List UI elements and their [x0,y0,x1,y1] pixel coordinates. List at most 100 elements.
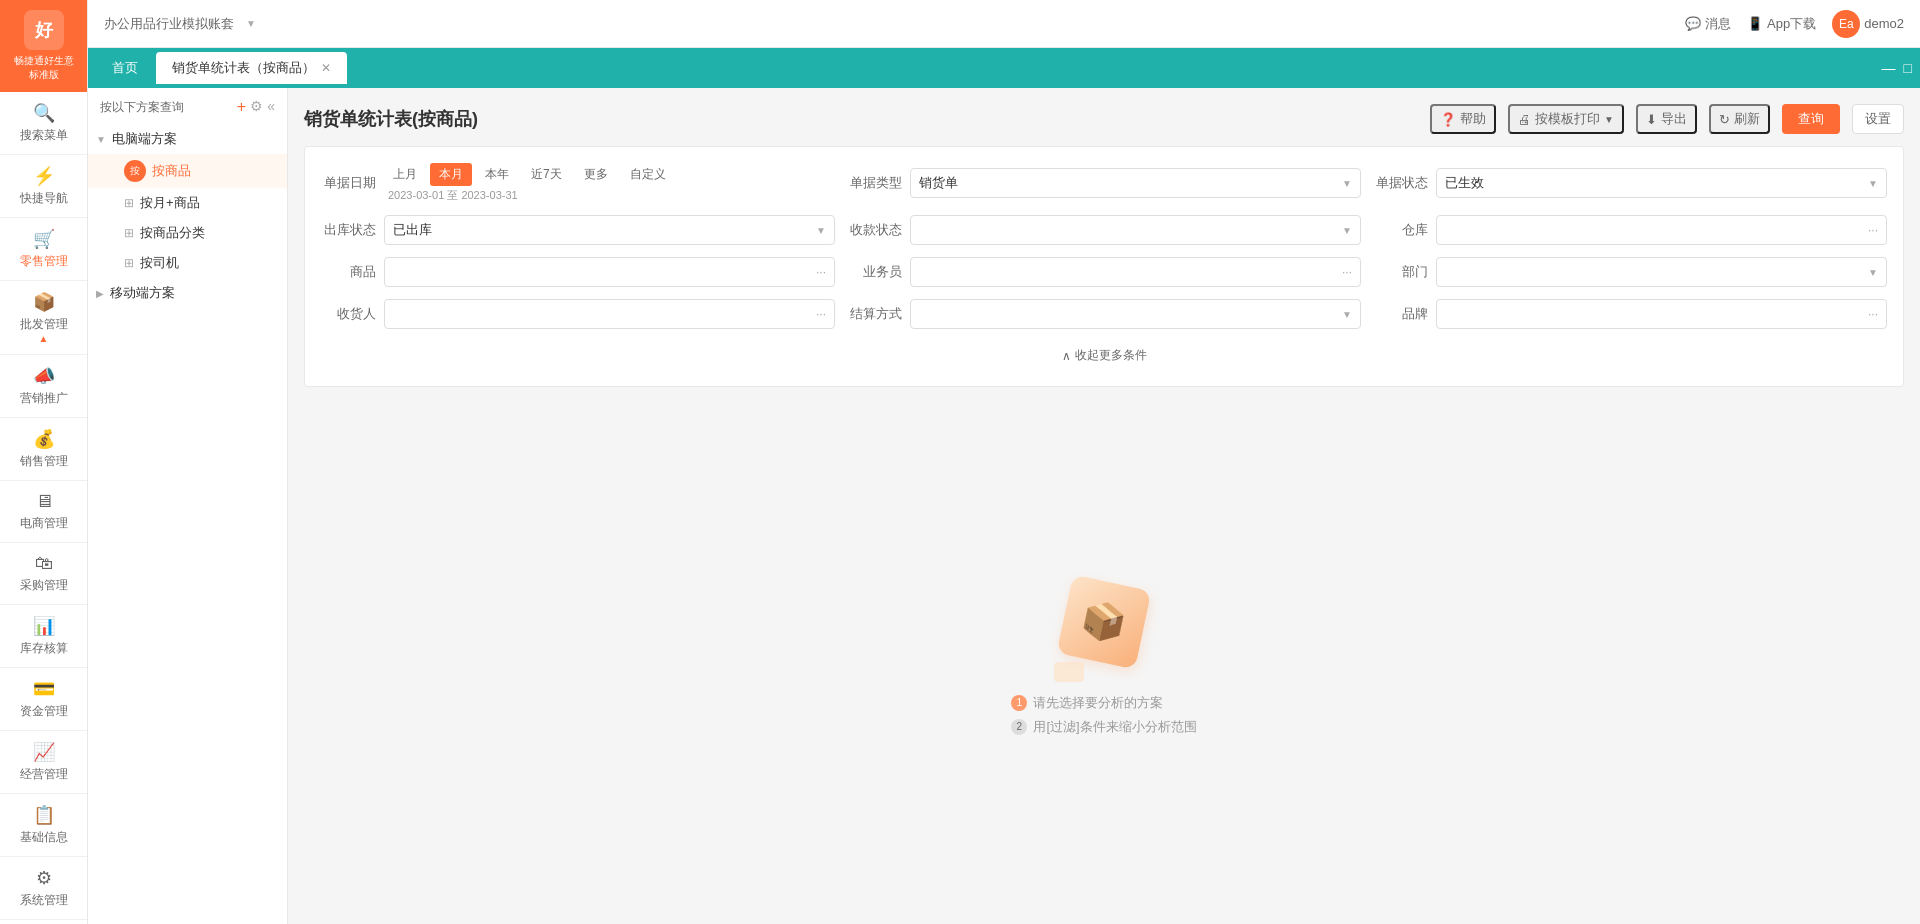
tree-item-by-product[interactable]: 按 按商品 [88,154,287,188]
receiver-more-icon[interactable]: ··· [816,307,826,321]
sidebar-item-quick-nav[interactable]: ⚡ 快捷导航 [0,155,87,218]
main-area: 办公用品行业模拟账套 ▼ 💬 消息 📱 App下载 Ea demo2 首页 [88,0,1920,924]
sidebar-item-label: 库存核算 [20,640,68,657]
date-filter-btns: 上月 本月 本年 近7天 更多 自定义 [384,163,835,186]
department-select[interactable]: ▼ [1436,257,1887,287]
add-scheme-btn[interactable]: + [237,98,246,116]
product-more-icon[interactable]: ··· [816,265,826,279]
date-btn-custom[interactable]: 自定义 [621,163,675,186]
panel-icons: + ⚙ « [237,98,275,116]
brand-input[interactable]: ··· [1436,299,1887,329]
sidebar-item-label: 营销推广 [20,390,68,407]
refresh-btn[interactable]: ↻ 刷新 [1709,104,1770,134]
brand-text-input[interactable] [1445,307,1868,322]
empty-box-icon: 📦 [1057,574,1152,669]
sidebar-item-ecommerce[interactable]: 🖥 电商管理 [0,481,87,543]
settlement-dropdown-icon: ▼ [1342,309,1352,320]
hint-text-1: 请先选择要分析的方案 [1033,694,1163,712]
salesperson-input[interactable]: ··· [910,257,1361,287]
hint-text-2: 用[过滤]条件来缩小分析范围 [1033,718,1196,736]
salesperson-more-icon[interactable]: ··· [1342,265,1352,279]
date-btn-this-month[interactable]: 本月 [430,163,472,186]
sidebar-item-retail[interactable]: 🛒 零售管理 [0,218,87,281]
empty-hints: 1 请先选择要分析的方案 2 用[过滤]条件来缩小分析范围 [1011,694,1196,742]
filter-group-warehouse-status: 出库状态 已出库 ▼ [321,215,835,245]
sidebar-item-operations[interactable]: 📈 经营管理 [0,731,87,794]
sidebar-item-label: 批发管理 [20,316,68,333]
dropdown-arrow-icon[interactable]: ▼ [246,18,256,29]
settings-btn[interactable]: 设置 [1852,104,1904,134]
sidebar-item-label: 采购管理 [20,577,68,594]
doc-status-select[interactable]: 已生效 ▼ [1436,168,1887,198]
date-btn-7-days[interactable]: 近7天 [522,163,571,186]
sidebar-item-search-menu[interactable]: 🔍 搜索菜单 [0,92,87,155]
scheme-type-icon: ⊞ [124,256,134,270]
date-range-display: 2023-03-01 至 2023-03-31 [388,188,835,203]
settlement-select[interactable]: ▼ [910,299,1361,329]
refresh-icon: ↻ [1719,112,1730,127]
tree-item-label: 按月+商品 [140,194,200,212]
sidebar-item-inventory[interactable]: 📊 库存核算 [0,605,87,668]
tab-minimize-btn[interactable]: — [1882,60,1896,76]
collapse-more-btn[interactable]: ∧ 收起更多条件 [321,341,1887,370]
doc-type-select[interactable]: 销货单 ▼ [910,168,1361,198]
filter-group-receiver: 收货人 ··· [321,299,835,329]
help-label: 帮助 [1460,110,1486,128]
receiver-text-input[interactable] [393,307,816,322]
brand-more-icon[interactable]: ··· [1868,307,1878,321]
system-icon: ⚙ [36,867,52,889]
date-btn-more[interactable]: 更多 [575,163,617,186]
settings-label: 设置 [1865,110,1891,128]
warehouse-input[interactable]: ··· [1436,215,1887,245]
logo-area: 好 畅捷通好生意 标准版 [0,0,87,92]
message-btn[interactable]: 💬 消息 [1685,15,1731,33]
salesperson-text-input[interactable] [919,265,1342,280]
user-profile[interactable]: Ea demo2 [1832,10,1904,38]
tab-sales-report-label: 销货单统计表（按商品） [172,59,315,77]
sidebar-item-sales[interactable]: 💰 销售管理 [0,418,87,481]
settings-scheme-btn[interactable]: ⚙ [250,98,263,116]
tree-item-by-category[interactable]: ⊞ 按商品分类 [88,218,287,248]
tab-close-icon[interactable]: ✕ [321,61,331,75]
collapse-panel-btn[interactable]: « [267,98,275,116]
sidebar-item-label: 搜索菜单 [20,127,68,144]
tree-item-by-month-product[interactable]: ⊞ 按月+商品 [88,188,287,218]
help-btn[interactable]: ❓ 帮助 [1430,104,1496,134]
sidebar-item-purchase[interactable]: 🛍 采购管理 [0,543,87,605]
doc-type-value: 销货单 [919,174,958,192]
tree-item-by-cashier[interactable]: ⊞ 按司机 [88,248,287,278]
receiver-input[interactable]: ··· [384,299,835,329]
print-dropdown-icon: ▼ [1604,114,1614,125]
warehouse-text-input[interactable] [1445,223,1868,238]
export-btn[interactable]: ⬇ 导出 [1636,104,1697,134]
template-print-label: 按模板打印 [1535,110,1600,128]
date-btn-prev-month[interactable]: 上月 [384,163,426,186]
sidebar-item-system[interactable]: ⚙ 系统管理 [0,857,87,920]
sidebar-item-enterprise[interactable]: 🤝 企业协同 [0,920,87,924]
message-icon: 💬 [1685,16,1701,31]
date-btn-this-year[interactable]: 本年 [476,163,518,186]
tree-item-desktop[interactable]: ▼ 电脑端方案 [88,124,287,154]
sidebar-item-finance[interactable]: 💳 资金管理 [0,668,87,731]
finance-icon: 💳 [33,678,55,700]
sidebar-item-wholesale[interactable]: 📦 批发管理 ▲ [0,281,87,355]
content-area: 按以下方案查询 + ⚙ « ▼ 电脑端方案 按 按商品 ⊞ 按月+商品 [88,88,1920,924]
department-label: 部门 [1373,263,1428,281]
query-btn[interactable]: 查询 [1782,104,1840,134]
product-text-input[interactable] [393,265,816,280]
product-input[interactable]: ··· [384,257,835,287]
scheme-type-icon: ⊞ [124,226,134,240]
warehouse-status-select[interactable]: 已出库 ▼ [384,215,835,245]
app-download-btn[interactable]: 📱 App下载 [1747,15,1816,33]
tab-home[interactable]: 首页 [96,52,154,84]
tab-maximize-btn[interactable]: □ [1904,60,1912,76]
salesperson-label: 业务员 [847,263,902,281]
template-print-btn[interactable]: 🖨 按模板打印 ▼ [1508,104,1624,134]
tree-item-mobile[interactable]: ▶ 移动端方案 [88,278,287,308]
sidebar-item-marketing[interactable]: 📣 营销推广 [0,355,87,418]
tab-sales-report[interactable]: 销货单统计表（按商品） ✕ [156,52,347,84]
payment-status-select[interactable]: ▼ [910,215,1361,245]
empty-hint-1: 1 请先选择要分析的方案 [1011,694,1196,712]
sidebar-item-basic-info[interactable]: 📋 基础信息 [0,794,87,857]
warehouse-more-icon[interactable]: ··· [1868,223,1878,237]
